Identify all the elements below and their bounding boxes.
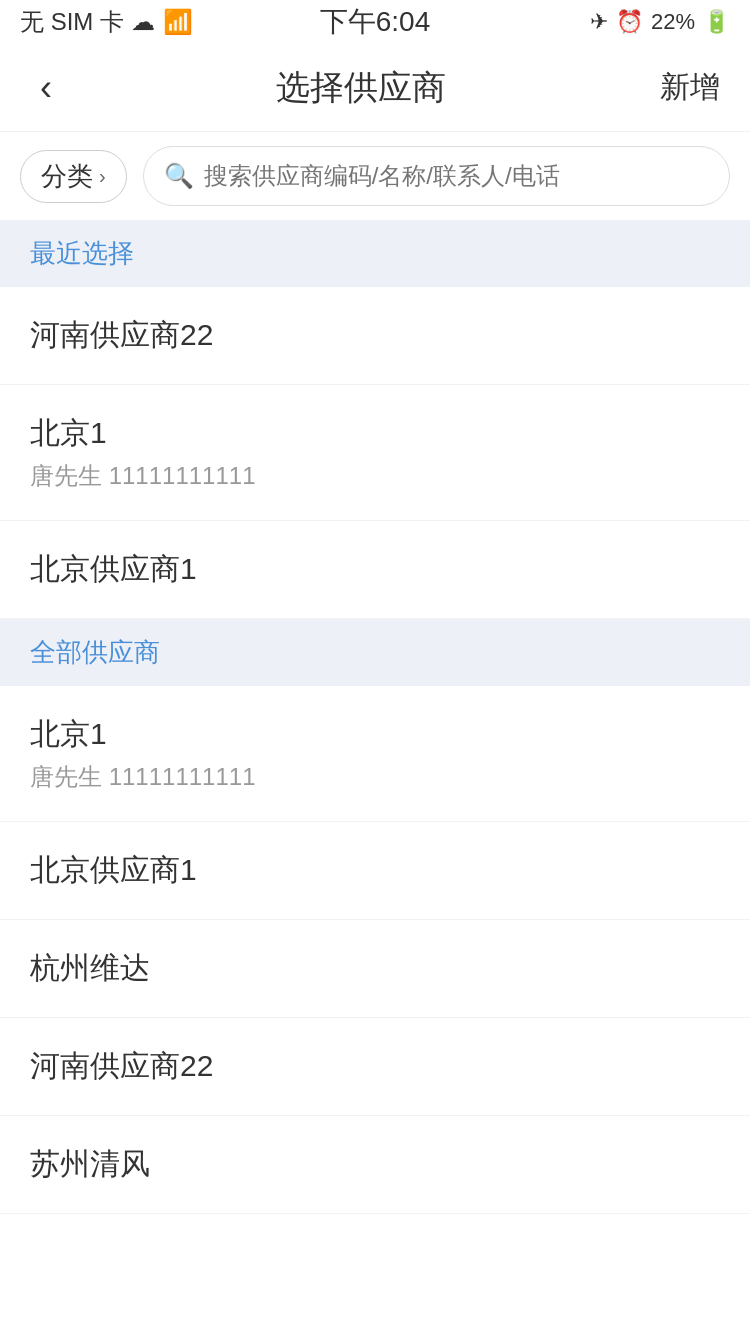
battery-text: 22% [651,9,695,35]
wifi-icon: 📶 [163,8,193,36]
list-item-name: 北京供应商1 [30,850,720,891]
list-item-name: 北京1 [30,714,720,755]
no-sim-text: 无 SIM 卡 ☁ [20,6,155,38]
status-time: 下午6:04 [320,3,431,41]
list-item-sub: 唐先生 11111111111 [30,460,720,492]
recent-list: 河南供应商22 北京1 唐先生 11111111111 北京供应商1 [0,287,750,619]
all-list: 北京1 唐先生 11111111111 北京供应商1 杭州维达河南供应商22 苏州清风 [0,686,750,1214]
list-item-name: 北京供应商1 [30,549,720,590]
search-icon: 🔍 [164,162,194,190]
search-input[interactable] [204,162,709,190]
list-item[interactable]: 北京1 唐先生 11111111111 [0,686,750,822]
status-bar: 无 SIM 卡 ☁ 📶 下午6:04 ✈ ⏰ 22% 🔋 [0,0,750,44]
status-right: ✈ ⏰ 22% 🔋 [590,9,730,35]
add-button[interactable]: 新增 [660,67,720,108]
all-section-label: 全部供应商 [30,637,160,667]
alarm-icon: ⏰ [616,9,643,35]
list-item-name: 苏州清风 [30,1144,720,1185]
list-item[interactable]: 苏州清风 [0,1116,750,1214]
location-icon: ✈ [590,9,608,35]
list-item-name: 河南供应商22 [30,1046,720,1087]
recent-section-label: 最近选择 [30,238,134,268]
battery-icon: 🔋 [703,9,730,35]
page-title: 选择供应商 [276,65,446,111]
nav-bar: ‹ 选择供应商 新增 [0,44,750,132]
filter-bar: 分类 › 🔍 [0,132,750,220]
chevron-right-icon: › [99,165,106,188]
category-label: 分类 [41,159,93,194]
back-button[interactable]: ‹ [30,57,62,119]
category-button[interactable]: 分类 › [20,150,127,203]
list-item-name: 北京1 [30,413,720,454]
list-item[interactable]: 北京1 唐先生 11111111111 [0,385,750,521]
all-section-header: 全部供应商 [0,619,750,686]
list-item[interactable]: 北京供应商1 [0,822,750,920]
list-item-name: 杭州维达 [30,948,720,989]
status-left: 无 SIM 卡 ☁ 📶 [20,6,193,38]
list-item[interactable]: 杭州维达 [0,920,750,1018]
search-box[interactable]: 🔍 [143,146,730,206]
recent-section-header: 最近选择 [0,220,750,287]
list-item[interactable]: 北京供应商1 [0,521,750,619]
list-item[interactable]: 河南供应商22 [0,1018,750,1116]
list-item-sub: 唐先生 11111111111 [30,761,720,793]
list-item[interactable]: 河南供应商22 [0,287,750,385]
list-item-name: 河南供应商22 [30,315,720,356]
